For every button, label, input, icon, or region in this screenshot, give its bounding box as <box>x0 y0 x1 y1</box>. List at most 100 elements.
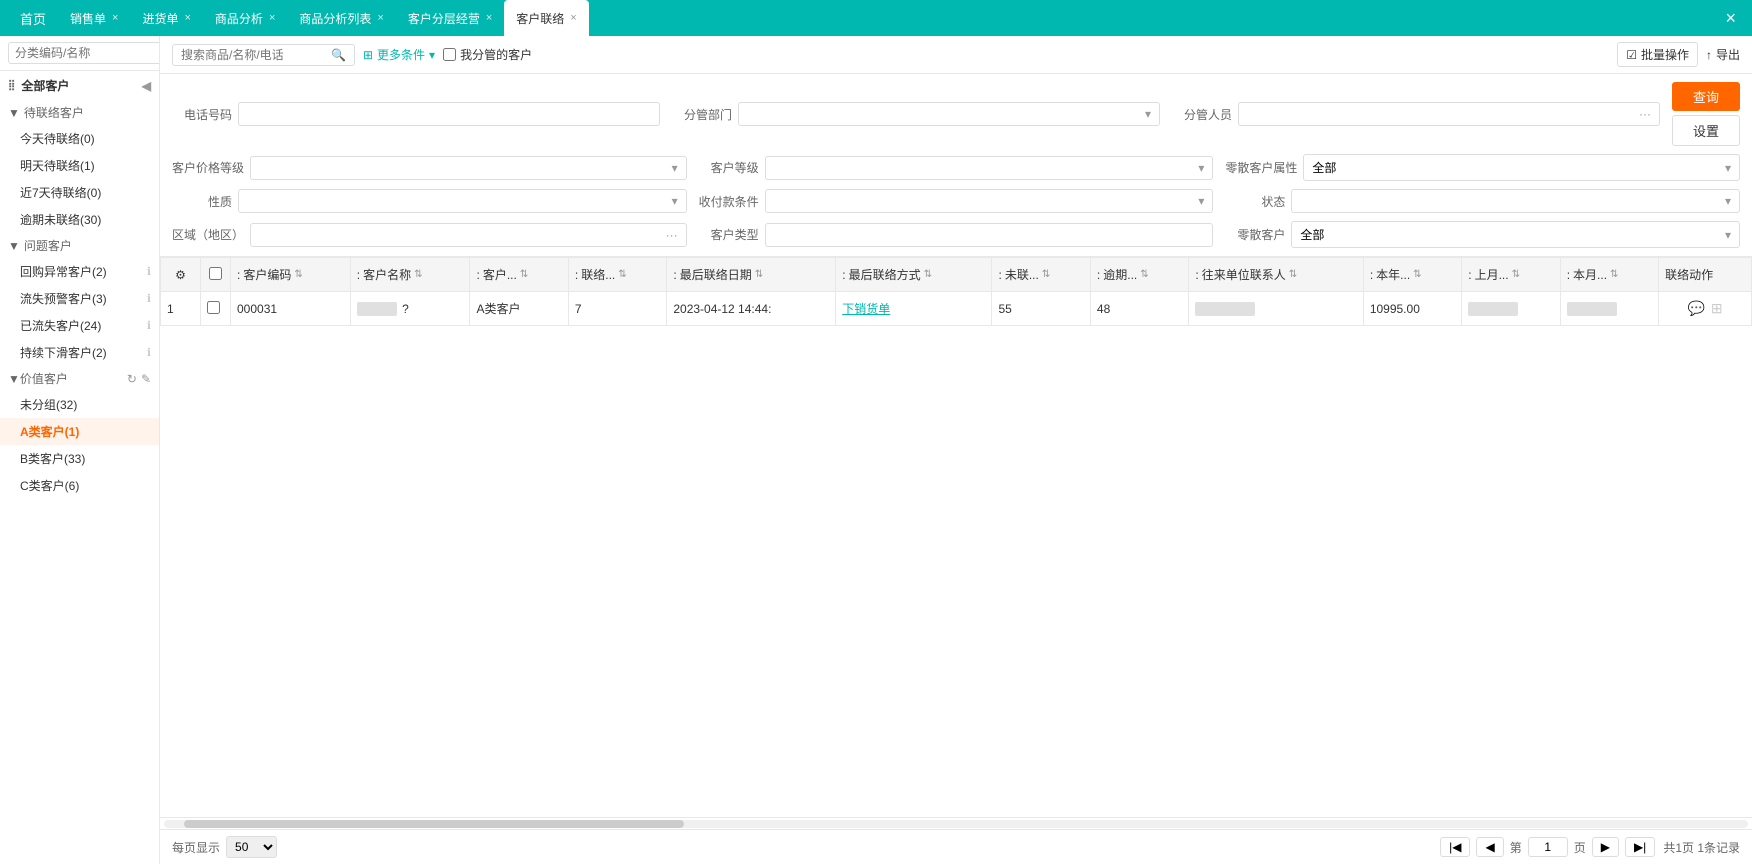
sort-last-month[interactable]: ⇅ <box>1512 269 1520 280</box>
filter-item-customer-tier: 客户等级 ▾ <box>699 156 1214 180</box>
my-customers-check[interactable] <box>443 48 456 61</box>
filter-select-retail-customer[interactable]: 全部 ▾ <box>1291 221 1740 248</box>
sidebar-item-repurchase-abnormal[interactable]: 回购异常客户(2) ℹ <box>0 258 159 285</box>
next-page-btn[interactable]: ▶ <box>1592 837 1619 857</box>
sidebar-item-7days[interactable]: 近7天待联络(0) <box>0 179 159 206</box>
sort-code[interactable]: ⇅ <box>294 269 302 280</box>
col-header-company-contact: : 往来单位联系人 ⇅ <box>1189 258 1363 292</box>
sort-overdue[interactable]: ⇅ <box>1140 269 1148 280</box>
close-tab-product-analysis[interactable]: × <box>269 12 275 24</box>
nav-tab-customer-tier[interactable]: 客户分层经营 × <box>396 0 504 36</box>
filter-select-retail-attr[interactable]: 全部 ▾ <box>1303 154 1740 181</box>
filter-label-payment: 收付款条件 <box>699 193 759 210</box>
last-method-link[interactable]: 下销货单 <box>842 302 890 316</box>
sort-contacts[interactable]: ⇅ <box>618 269 626 280</box>
close-tab-sales[interactable]: × <box>112 12 118 24</box>
filter-search-input[interactable] <box>181 48 331 62</box>
action-qr-icon[interactable]: ⊞ <box>1711 300 1723 317</box>
sidebar-item-today[interactable]: 今天待联络(0) <box>0 125 159 152</box>
sort-last-date[interactable]: ⇅ <box>755 269 763 280</box>
filter-select-status[interactable]: ▾ <box>1291 189 1740 213</box>
settings-button[interactable]: 设置 <box>1672 115 1740 146</box>
row-last-month <box>1462 292 1560 326</box>
export-button[interactable]: ↑ 导出 <box>1706 46 1740 63</box>
sidebar-item-class-c[interactable]: C类客户(6) <box>0 472 159 499</box>
page-input[interactable] <box>1528 837 1568 857</box>
prev-page-btn[interactable]: ◀ <box>1476 837 1503 857</box>
filter-select-customer-tier[interactable]: ▾ <box>765 156 1214 180</box>
section-actions-value: ↻ ✎ <box>127 372 151 386</box>
horizontal-scrollbar[interactable] <box>160 817 1752 829</box>
nav-tab-product-analysis-list[interactable]: 商品分析列表 × <box>287 0 395 36</box>
batch-op-check-icon: ☑ <box>1626 48 1637 62</box>
sort-no-contact[interactable]: ⇅ <box>1042 269 1050 280</box>
sidebar-item-declining[interactable]: 持续下滑客户(2) ℹ <box>0 339 159 366</box>
filter-select-price-tier[interactable]: ▾ <box>250 156 687 180</box>
filter-select-nature[interactable]: ▾ <box>238 189 687 213</box>
sidebar-item-churn-warning[interactable]: 流失预警客户(3) ℹ <box>0 285 159 312</box>
nav-tab-product-analysis[interactable]: 商品分析 × <box>203 0 287 36</box>
nav-tab-sales[interactable]: 销售单 × <box>58 0 130 36</box>
nav-tab-customer-contact[interactable]: 客户联络 × <box>504 0 588 36</box>
filter-input-person[interactable]: ··· <box>1238 102 1660 126</box>
page-size-selector: 每页显示 50 20 100 <box>172 836 277 858</box>
this-month-blurred <box>1567 302 1617 316</box>
sidebar-item-overdue[interactable]: 逾期未联络(30) <box>0 206 159 233</box>
close-all-tabs[interactable]: × <box>1717 8 1744 29</box>
close-tab-product-analysis-list[interactable]: × <box>377 12 383 24</box>
scrollbar-thumb[interactable] <box>184 820 684 828</box>
gear-icon[interactable]: ⚙ <box>175 268 186 282</box>
nav-tab-purchase[interactable]: 进货单 × <box>130 0 202 36</box>
sort-company-contact[interactable]: ⇅ <box>1289 269 1297 280</box>
filter-label-price-tier: 客户价格等级 <box>172 159 244 176</box>
nav-home[interactable]: 首页 <box>8 9 58 28</box>
filter-input-customer-type[interactable] <box>765 223 1214 247</box>
action-message-icon[interactable]: 💬 <box>1687 300 1704 317</box>
sort-this-year[interactable]: ⇅ <box>1413 269 1421 280</box>
sort-type[interactable]: ⇅ <box>520 269 528 280</box>
close-tab-customer-contact[interactable]: × <box>570 12 576 24</box>
filter-label-retail-attr: 零散客户属性 <box>1225 159 1297 176</box>
col-header-type: : 客户... ⇅ <box>470 258 568 292</box>
sidebar-item-tomorrow[interactable]: 明天待联络(1) <box>0 152 159 179</box>
filter-item-payment: 收付款条件 ▾ <box>699 189 1214 213</box>
sidebar-item-churned[interactable]: 已流失客户(24) ℹ <box>0 312 159 339</box>
filter-select-payment[interactable]: ▾ <box>765 189 1214 213</box>
row-company-contact <box>1189 292 1363 326</box>
col-checkbox-header <box>201 258 231 292</box>
select-all-checkbox[interactable] <box>209 267 222 280</box>
chevron-retail-customer: ▾ <box>1725 228 1731 242</box>
refresh-icon[interactable]: ↻ <box>127 372 137 386</box>
sort-name[interactable]: ⇅ <box>414 269 422 280</box>
sidebar-item-class-a[interactable]: A类客户(1) <box>0 418 159 445</box>
sidebar-item-ungrouped[interactable]: 未分组(32) <box>0 391 159 418</box>
sort-this-month[interactable]: ⇅ <box>1610 269 1618 280</box>
query-button[interactable]: 查询 <box>1672 82 1740 111</box>
data-table: ⚙ : 客户编码 ⇅ <box>160 257 1752 326</box>
batch-op-button[interactable]: ☑ 批量操作 <box>1617 42 1698 67</box>
sidebar-item-class-b[interactable]: B类客户(33) <box>0 445 159 472</box>
table-footer: 每页显示 50 20 100 |◀ ◀ 第 页 ▶ ▶| 共1页 1条记录 <box>160 829 1752 864</box>
page-size-select[interactable]: 50 20 100 <box>226 836 277 858</box>
last-month-blurred <box>1468 302 1518 316</box>
col-header-action: 联络动作 <box>1659 258 1752 292</box>
sort-last-method[interactable]: ⇅ <box>924 269 932 280</box>
filter-input-region[interactable]: ··· <box>250 223 687 247</box>
my-customers-checkbox[interactable]: 我分管的客户 <box>443 46 532 63</box>
close-tab-customer-tier[interactable]: × <box>486 12 492 24</box>
filter-more-conditions[interactable]: ⊞ 更多条件 ▾ <box>363 46 435 63</box>
filter-search-icon[interactable]: 🔍 <box>331 48 346 62</box>
filter-label-phone: 电话号码 <box>172 106 232 123</box>
sidebar-search-input[interactable] <box>8 42 160 64</box>
sidebar-search-area: 🔍 <box>0 36 159 71</box>
last-page-btn[interactable]: ▶| <box>1625 837 1655 857</box>
edit-icon[interactable]: ✎ <box>141 372 151 386</box>
filter-select-dept[interactable]: ▾ <box>738 102 1160 126</box>
close-tab-purchase[interactable]: × <box>184 12 190 24</box>
filter-input-phone[interactable] <box>238 102 660 126</box>
filter-row-3: 性质 ▾ 收付款条件 ▾ <box>172 189 1740 213</box>
row-select-checkbox[interactable] <box>207 301 220 314</box>
sidebar-collapse-btn[interactable]: ◀ <box>142 79 151 93</box>
section-arrow-value: ▼ <box>8 372 20 386</box>
first-page-btn[interactable]: |◀ <box>1440 837 1470 857</box>
